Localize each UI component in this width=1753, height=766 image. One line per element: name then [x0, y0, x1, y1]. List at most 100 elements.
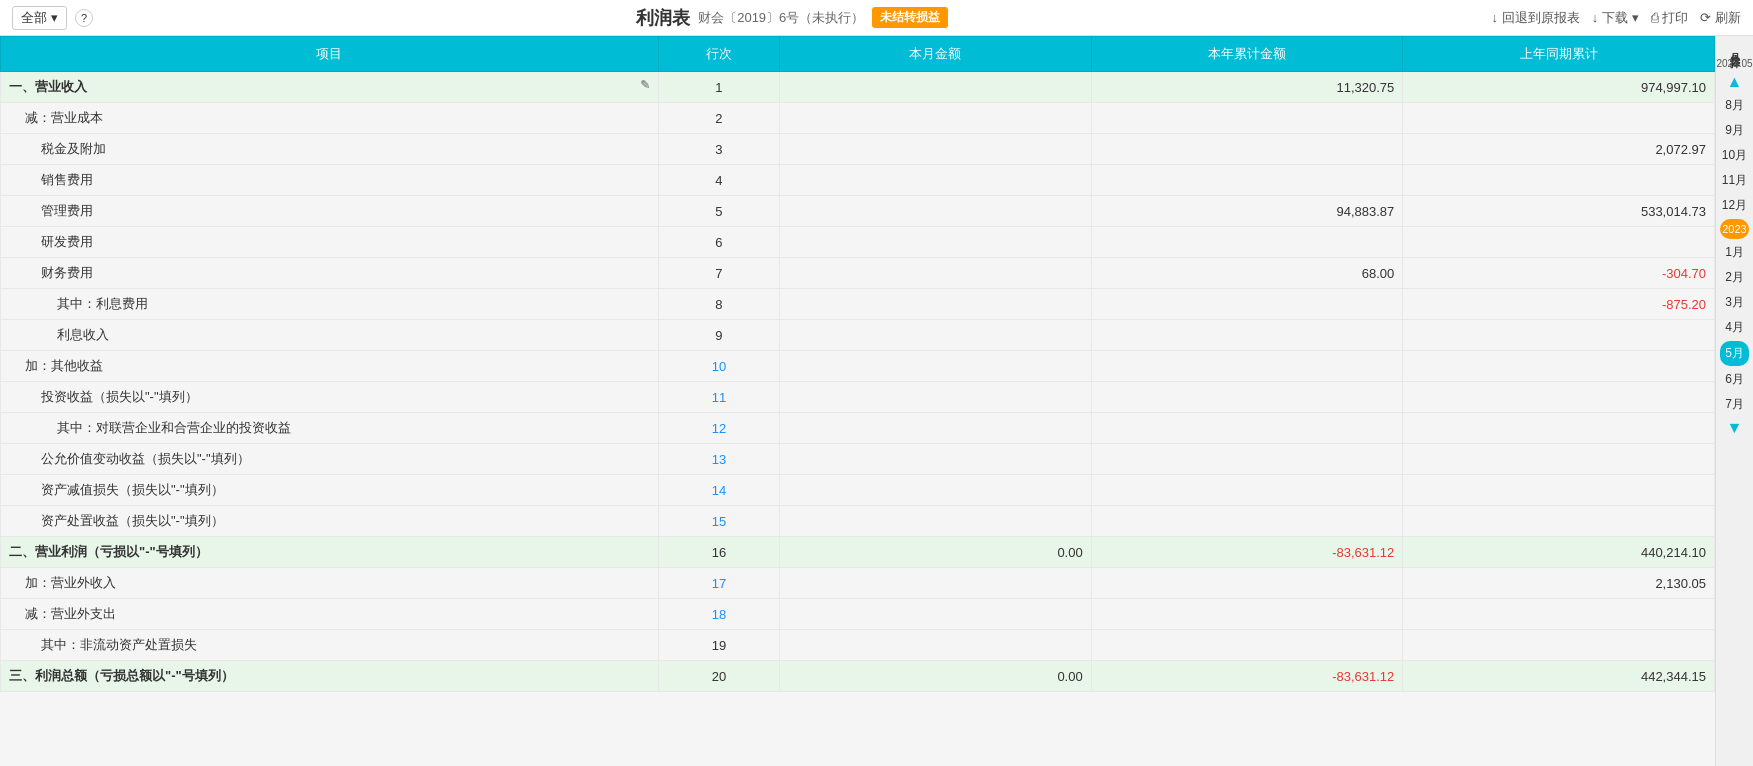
year-amount: 68.00 [1091, 258, 1403, 289]
row-item-name: 利息收入 [1, 320, 659, 351]
sidebar-month-item[interactable]: 12月 [1716, 193, 1752, 218]
prev-year-amount: 2,130.05 [1403, 568, 1715, 599]
row-item-name: 减：营业外支出 [1, 599, 659, 630]
row-item-name: 公允价值变动收益（损失以"-"填列） [1, 444, 659, 475]
month-amount [780, 134, 1092, 165]
sidebar-up-button[interactable]: ▲ [1725, 71, 1745, 93]
sidebar-month-item[interactable]: 8月 [1716, 93, 1752, 118]
download-button[interactable]: ↓ 下载 ▾ [1592, 9, 1639, 27]
table-row: 研发费用6 [1, 227, 1715, 258]
year-amount [1091, 475, 1403, 506]
prev-year-amount [1403, 630, 1715, 661]
prev-year-amount [1403, 413, 1715, 444]
row-number: 19 [658, 630, 779, 661]
row-item-name: 销售费用 [1, 165, 659, 196]
month-amount [780, 475, 1092, 506]
month-amount [780, 413, 1092, 444]
row-number[interactable]: 12 [658, 413, 779, 444]
prev-year-amount [1403, 506, 1715, 537]
prev-year-amount: -875.20 [1403, 289, 1715, 320]
top-bar-center: 利润表 财会〔2019〕6号（未执行） 未结转损益 [636, 6, 948, 30]
row-item-name: 研发费用 [1, 227, 659, 258]
print-button[interactable]: ⎙ 打印 [1651, 9, 1689, 27]
table-area: 项目 行次 本月金额 本年累计金额 上年同期累计 一、营业收入✎111,320.… [0, 36, 1715, 766]
sidebar-month-item[interactable]: 4月 [1716, 315, 1752, 340]
row-number[interactable]: 13 [658, 444, 779, 475]
row-item-name: 财务费用 [1, 258, 659, 289]
profit-table: 项目 行次 本月金额 本年累计金额 上年同期累计 一、营业收入✎111,320.… [0, 36, 1715, 692]
col-header-year: 本年累计金额 [1091, 37, 1403, 72]
col-header-row: 行次 [658, 37, 779, 72]
year-amount [1091, 444, 1403, 475]
row-item-name: 税金及附加 [1, 134, 659, 165]
year-amount [1091, 568, 1403, 599]
row-number[interactable]: 18 [658, 599, 779, 630]
month-amount [780, 103, 1092, 134]
sidebar-month-item[interactable]: 11月 [1716, 168, 1752, 193]
row-number[interactable]: 17 [658, 568, 779, 599]
row-number[interactable]: 11 [658, 382, 779, 413]
month-amount [780, 351, 1092, 382]
year-amount [1091, 320, 1403, 351]
sidebar-month-item[interactable]: 10月 [1716, 143, 1752, 168]
prev-year-amount [1403, 320, 1715, 351]
sidebar-month-item[interactable]: 1月 [1716, 240, 1752, 265]
row-item-name: 管理费用 [1, 196, 659, 227]
col-header-item: 项目 [1, 37, 659, 72]
year-amount [1091, 382, 1403, 413]
sidebar-month-item[interactable]: 2023 [1720, 219, 1748, 239]
year-amount [1091, 165, 1403, 196]
year-amount [1091, 103, 1403, 134]
prev-year-amount [1403, 444, 1715, 475]
year-amount [1091, 134, 1403, 165]
row-number[interactable]: 10 [658, 351, 779, 382]
month-select-label: 月份选择 [1726, 40, 1744, 56]
year-amount [1091, 630, 1403, 661]
table-row: 公允价值变动收益（损失以"-"填列）13 [1, 444, 1715, 475]
row-number: 4 [658, 165, 779, 196]
top-bar-right: ↓ 回退到原报表 ↓ 下载 ▾ ⎙ 打印 ⟳ 刷新 [1492, 9, 1742, 27]
scope-dropdown[interactable]: 全部 ▾ [12, 6, 67, 30]
sidebar-month-item[interactable]: 7月 [1716, 392, 1752, 417]
table-row: 减：营业外支出18 [1, 599, 1715, 630]
sidebar-month-item[interactable]: 6月 [1716, 367, 1752, 392]
year-amount [1091, 289, 1403, 320]
month-amount: 0.00 [780, 537, 1092, 568]
prev-year-amount [1403, 165, 1715, 196]
table-row: 加：其他收益10 [1, 351, 1715, 382]
month-amount [780, 568, 1092, 599]
table-row: 财务费用768.00-304.70 [1, 258, 1715, 289]
top-bar-left: 全部 ▾ ? [12, 6, 93, 30]
table-row: 资产处置收益（损失以"-"填列）15 [1, 506, 1715, 537]
refresh-button[interactable]: ⟳ 刷新 [1700, 9, 1741, 27]
row-item-name: 资产处置收益（损失以"-"填列） [1, 506, 659, 537]
sidebar-month-item[interactable]: 5月 [1720, 341, 1748, 366]
month-amount [780, 320, 1092, 351]
prev-year-amount [1403, 103, 1715, 134]
table-row: 其中：对联营企业和合营企业的投资收益12 [1, 413, 1715, 444]
row-number: 5 [658, 196, 779, 227]
prev-year-amount: 974,997.10 [1403, 72, 1715, 103]
table-row: 三、利润总额（亏损总额以"-"号填列）200.00-83,631.12442,3… [1, 661, 1715, 692]
sidebar-month-item[interactable]: 9月 [1716, 118, 1752, 143]
year-amount [1091, 227, 1403, 258]
month-amount [780, 444, 1092, 475]
year-amount: 94,883.87 [1091, 196, 1403, 227]
sidebar-month-item[interactable]: 3月 [1716, 290, 1752, 315]
table-row: 管理费用594,883.87533,014.73 [1, 196, 1715, 227]
prev-year-amount [1403, 599, 1715, 630]
row-number: 8 [658, 289, 779, 320]
row-number[interactable]: 14 [658, 475, 779, 506]
edit-icon[interactable]: ✎ [640, 78, 650, 92]
help-icon[interactable]: ? [75, 9, 93, 27]
sidebar-down-button[interactable]: ▼ [1725, 417, 1745, 439]
month-amount [780, 506, 1092, 537]
sidebar-month-item[interactable]: 2月 [1716, 265, 1752, 290]
row-number[interactable]: 15 [658, 506, 779, 537]
scope-label: 全部 [21, 9, 47, 27]
year-amount [1091, 599, 1403, 630]
year-amount: -83,631.12 [1091, 661, 1403, 692]
table-row: 其中：非流动资产处置损失19 [1, 630, 1715, 661]
back-button[interactable]: ↓ 回退到原报表 [1492, 9, 1580, 27]
month-amount [780, 227, 1092, 258]
